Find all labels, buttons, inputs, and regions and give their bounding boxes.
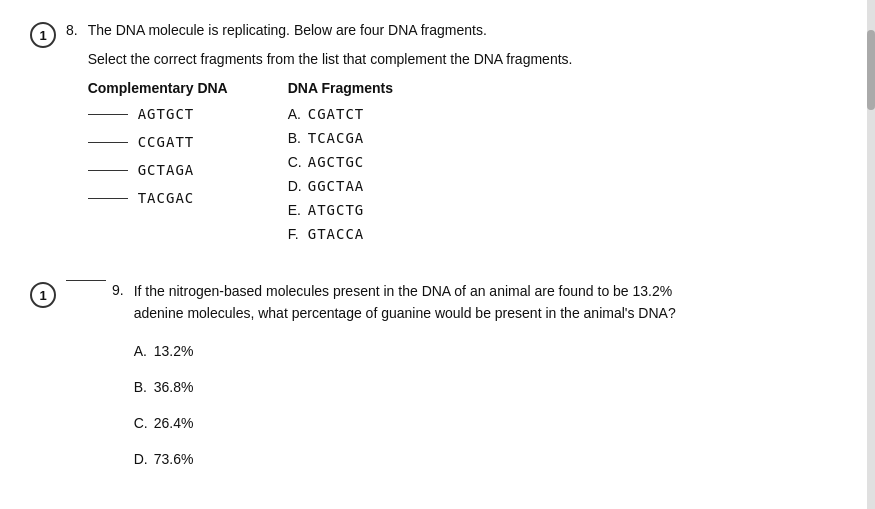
blank-3[interactable] [88,170,128,171]
q9-blank[interactable] [66,280,106,281]
dna-seq-3: GCTAGA [138,162,195,178]
frag-letter-c: C. [288,154,308,170]
dna-seq-2: CCGATT [138,134,195,150]
frag-row-d: D. GGCTAA [288,178,393,194]
frag-letter-b: B. [288,130,308,146]
q9-circle-num: 1 [39,288,46,303]
dna-seq-1: AGTGCT [138,106,195,122]
fragments-col: DNA Fragments A. CGATCT B. TCACGA C. AGC… [288,80,393,250]
question-8-block: 1 8. The DNA molecule is replicating. Be… [30,20,845,250]
col1-header: Complementary DNA [88,80,228,96]
scrollbar[interactable] [867,0,875,509]
dna-row-3: GCTAGA [88,162,228,178]
q9-circle: 1 [30,282,56,308]
q8-circle: 1 [30,22,56,48]
q9-number: 9. [112,280,124,298]
dna-row-1: AGTGCT [88,106,228,122]
q9-choices: A. 13.2% B. 36.8% C. 26.4% D. 73.6% [134,337,845,473]
blank-1[interactable] [88,114,128,115]
question-9-block: 1 9. If the nitrogen-based molecules pre… [30,280,845,481]
frag-seq-a: CGATCT [308,106,365,122]
q9-value-c: 26.4% [154,409,194,437]
q8-columns: Complementary DNA AGTGCT CCGATT GCTAGA T… [88,80,845,250]
q9-label-b: B. [134,373,154,401]
q9-label-d: D. [134,445,154,473]
frag-seq-c: AGCTGC [308,154,365,170]
frag-letter-e: E. [288,202,308,218]
frag-seq-d: GGCTAA [308,178,365,194]
frag-seq-e: ATGCTG [308,202,365,218]
frag-letter-d: D. [288,178,308,194]
dna-row-4: TACGAC [88,190,228,206]
q9-choice-c: C. 26.4% [134,409,845,437]
blank-2[interactable] [88,142,128,143]
q9-choice-d: D. 73.6% [134,445,845,473]
dna-row-2: CCGATT [88,134,228,150]
frag-row-a: A. CGATCT [288,106,393,122]
frag-seq-f: GTACCA [308,226,365,242]
q8-content: The DNA molecule is replicating. Below a… [88,20,845,250]
frag-seq-b: TCACGA [308,130,365,146]
q9-content: If the nitrogen-based molecules present … [134,280,845,481]
frag-letter-f: F. [288,226,308,242]
blank-4[interactable] [88,198,128,199]
frag-row-e: E. ATGCTG [288,202,393,218]
q9-value-a: 13.2% [154,337,194,365]
dna-seq-4: TACGAC [138,190,195,206]
scrollbar-thumb[interactable] [867,30,875,110]
frag-row-b: B. TCACGA [288,130,393,146]
frag-row-c: C. AGCTGC [288,154,393,170]
col2-header: DNA Fragments [288,80,393,96]
q8-instruction1: The DNA molecule is replicating. Below a… [88,20,845,41]
q9-text: If the nitrogen-based molecules present … [134,280,694,325]
comp-dna-col: Complementary DNA AGTGCT CCGATT GCTAGA T… [88,80,228,250]
frag-row-f: F. GTACCA [288,226,393,242]
q8-number: 8. [66,20,78,38]
q9-choice-b: B. 36.8% [134,373,845,401]
q9-label-a: A. [134,337,154,365]
q8-circle-num: 1 [39,28,46,43]
q9-value-b: 36.8% [154,373,194,401]
q9-value-d: 73.6% [154,445,194,473]
q9-choice-a: A. 13.2% [134,337,845,365]
q9-label-c: C. [134,409,154,437]
frag-letter-a: A. [288,106,308,122]
q8-instruction2: Select the correct fragments from the li… [88,49,845,70]
